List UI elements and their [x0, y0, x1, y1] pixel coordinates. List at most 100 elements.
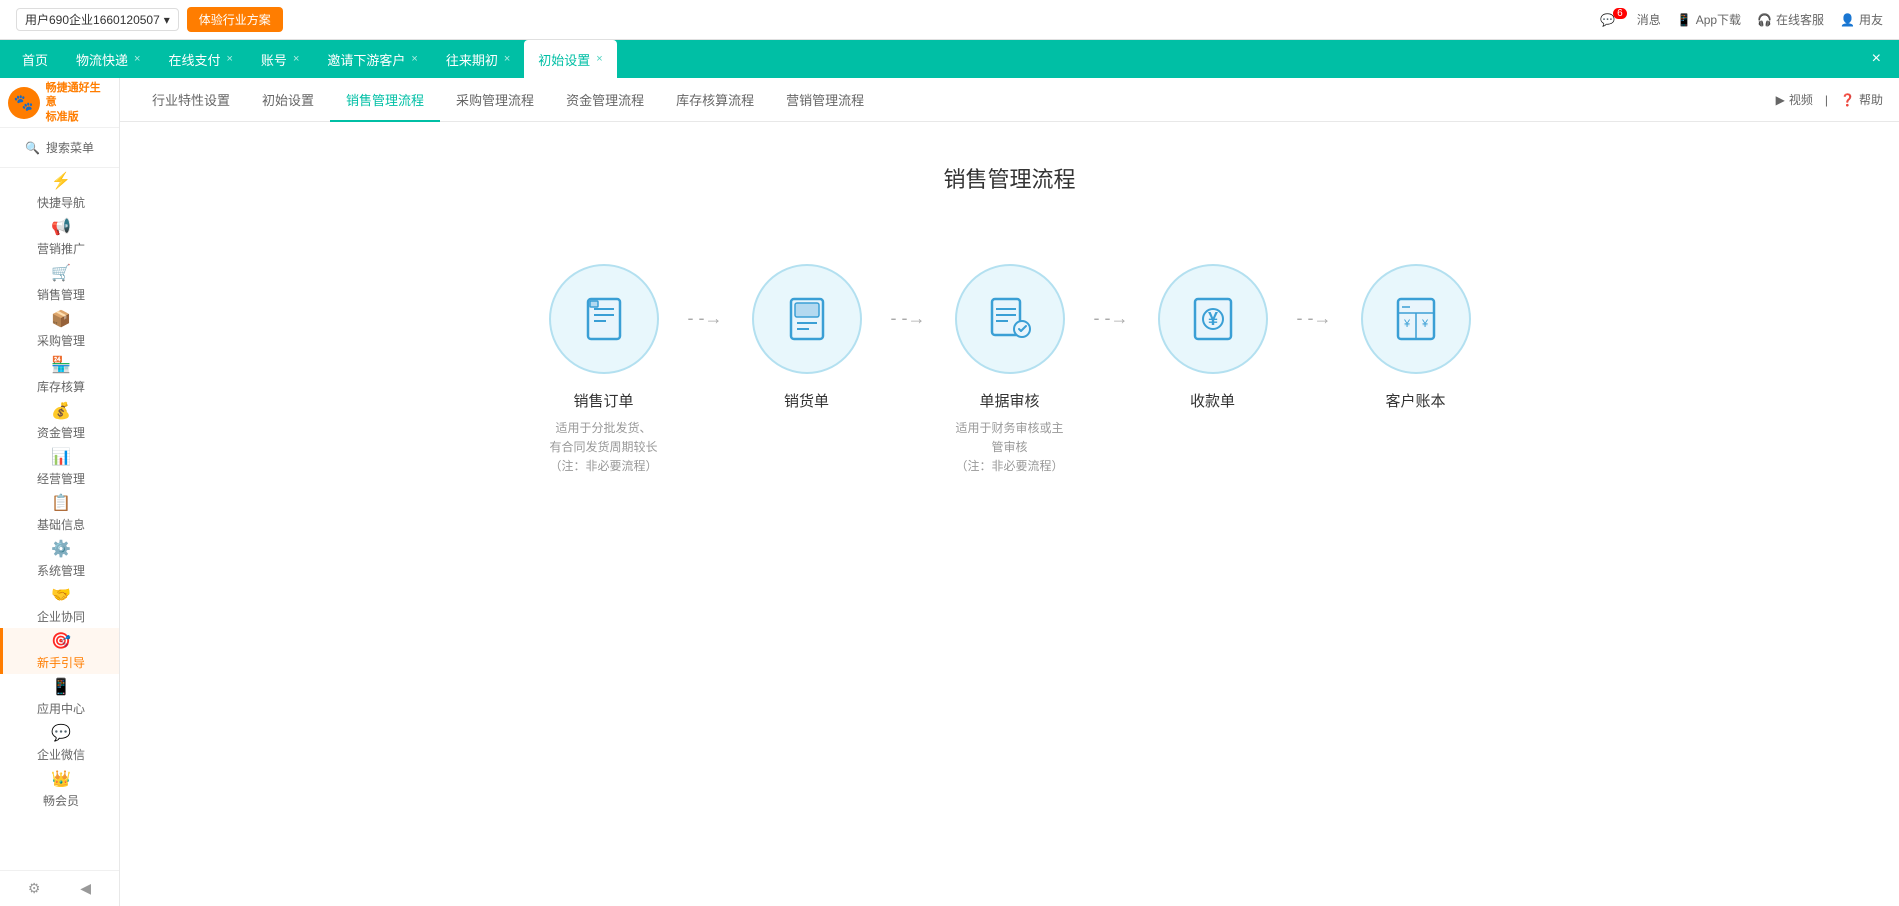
- logo-icon: 🐾: [8, 87, 40, 119]
- review-icon: [984, 293, 1036, 345]
- svg-text:¥: ¥: [1420, 318, 1428, 330]
- video-label: 视频: [1789, 91, 1813, 108]
- main-area: 行业特性设置 初始设置 销售管理流程 采购管理流程 资金管理流程 库存核算流程 …: [120, 78, 1899, 906]
- settings-icon[interactable]: ⚙: [28, 880, 41, 897]
- sidebar-item-finance[interactable]: 💰 资金管理: [0, 398, 119, 444]
- nav-tab-home[interactable]: 首页: [8, 40, 62, 78]
- sidebar-item-app-center[interactable]: 📱 应用中心: [0, 674, 119, 720]
- tab-close-icon[interactable]: ×: [596, 53, 602, 65]
- step-name: 销货单: [784, 390, 829, 411]
- collapse-icon[interactable]: ◀: [80, 880, 91, 897]
- trial-btn[interactable]: 体验行业方案: [187, 7, 283, 32]
- flow-step-review[interactable]: 单据审核 适用于财务审核或主管审核（注：非必要流程）: [930, 264, 1090, 477]
- flow-circle-receipt: ¥: [1158, 264, 1268, 374]
- page-title: 销售管理流程: [160, 162, 1859, 194]
- sidebar-bottom: ⚙ ◀: [0, 870, 119, 906]
- user-selector[interactable]: 用户690企业1660120507 ▾: [16, 8, 179, 31]
- nav-tabs: 首页 物流快递 × 在线支付 × 账号 × 邀请下游客户 × 往来期初 × 初始…: [0, 40, 1899, 78]
- sidebar-item-enterprise[interactable]: 🤝 企业协同: [0, 582, 119, 628]
- sidebar-item-label: 新手引导: [37, 654, 85, 671]
- sidebar-item-label: 库存核算: [37, 378, 85, 395]
- sidebar-item-label: 快捷导航: [37, 194, 85, 211]
- nav-tab-init[interactable]: 初始设置 ×: [524, 40, 616, 78]
- top-bar: 用户690企业1660120507 ▾ 体验行业方案 💬 6 消息 📱 App下…: [0, 0, 1899, 40]
- service-item[interactable]: 🎧 在线客服: [1757, 11, 1824, 28]
- arrow-1: - -→: [688, 264, 723, 329]
- top-bar-right: 💬 6 消息 📱 App下载 🎧 在线客服 👤 用友: [1600, 11, 1883, 28]
- sidebar-item-vip[interactable]: 👑 畅会员: [0, 766, 119, 812]
- subtab-label: 营销管理流程: [786, 90, 864, 109]
- sidebar-item-label: 营销推广: [37, 240, 85, 257]
- sidebar-item-label: 基础信息: [37, 516, 85, 533]
- subtab-inventory-flow[interactable]: 库存核算流程: [660, 78, 770, 122]
- nav-tab-period[interactable]: 往来期初 ×: [432, 40, 524, 78]
- subtab-label: 行业特性设置: [152, 90, 230, 109]
- step-desc: 适用于财务审核或主管审核（注：非必要流程）: [955, 419, 1063, 477]
- message-badge: 6: [1613, 8, 1627, 19]
- nav-tab-invite[interactable]: 邀请下游客户 ×: [313, 40, 431, 78]
- sidebar-item-operation[interactable]: 📊 经营管理: [0, 444, 119, 490]
- subtab-purchase-flow[interactable]: 采购管理流程: [440, 78, 550, 122]
- sidebar-item-quick-nav[interactable]: ⚡ 快捷导航: [0, 168, 119, 214]
- sidebar-item-inventory[interactable]: 🏪 库存核算: [0, 352, 119, 398]
- arrow-3: - -→: [1094, 264, 1129, 329]
- nav-tab-account[interactable]: 账号 ×: [247, 40, 313, 78]
- cart-icon: 🛒: [51, 263, 71, 283]
- content-area: 销售管理流程 销售订单 适用于分批发货、有合同发货周期较长（: [120, 122, 1899, 906]
- subtab-label: 库存核算流程: [676, 90, 754, 109]
- step-name: 客户账本: [1385, 390, 1445, 411]
- help-btn[interactable]: ❓ 帮助: [1840, 91, 1883, 108]
- app-download-item[interactable]: 📱 App下载: [1677, 11, 1741, 28]
- tab-label: 账号: [261, 50, 287, 69]
- sidebar-item-label: 销售管理: [37, 286, 85, 303]
- flow-step-receipt[interactable]: ¥ 收款单: [1133, 264, 1293, 419]
- tab-close-icon[interactable]: ×: [411, 53, 417, 65]
- money-icon: 💰: [51, 401, 71, 421]
- ledger-icon: ¥ ¥: [1390, 293, 1442, 345]
- tab-close-icon[interactable]: ×: [293, 53, 299, 65]
- home-label: 首页: [22, 50, 48, 69]
- sidebar-item-marketing[interactable]: 📢 营销推广: [0, 214, 119, 260]
- subtab-initial[interactable]: 初始设置: [246, 78, 330, 122]
- help-icon: ❓: [1840, 93, 1855, 107]
- tab-close-icon[interactable]: ×: [134, 53, 140, 65]
- sidebar-item-new-guide[interactable]: 🎯 新手引导: [0, 628, 119, 674]
- sidebar-item-label: 经营管理: [37, 470, 85, 487]
- subtab-marketing-flow[interactable]: 营销管理流程: [770, 78, 880, 122]
- message-item[interactable]: 💬 6 消息: [1600, 11, 1661, 28]
- invoice-icon: [781, 293, 833, 345]
- sidebar-item-label: 资金管理: [37, 424, 85, 441]
- sidebar-item-purchase[interactable]: 📦 采购管理: [0, 306, 119, 352]
- flow-step-ledger[interactable]: ¥ ¥ 客户账本: [1336, 264, 1496, 419]
- sidebar-item-sales[interactable]: 🛒 销售管理: [0, 260, 119, 306]
- subtab-label: 资金管理流程: [566, 90, 644, 109]
- tab-close-icon[interactable]: ×: [504, 53, 510, 65]
- sidebar-item-label: 企业协同: [37, 608, 85, 625]
- tab-label: 物流快递: [76, 50, 128, 69]
- nav-close-button[interactable]: ×: [1862, 50, 1891, 68]
- video-icon: ▶: [1776, 93, 1785, 107]
- chart-icon: 📊: [51, 447, 71, 467]
- target-icon: 🎯: [51, 631, 71, 651]
- tab-close-icon[interactable]: ×: [226, 53, 232, 65]
- tab-label: 邀请下游客户: [327, 50, 405, 69]
- video-help[interactable]: ▶ 视频: [1776, 91, 1813, 108]
- sidebar-item-wechat[interactable]: 💬 企业微信: [0, 720, 119, 766]
- main-layout: 🐾 畅捷通好生意 标准版 🔍 搜索菜单 ⚡ 快捷导航 📢 营销推广 🛒 销售管理: [0, 78, 1899, 906]
- sidebar-item-basic[interactable]: 📋 基础信息: [0, 490, 119, 536]
- sidebar-search[interactable]: 🔍 搜索菜单: [0, 128, 119, 168]
- flow-step-sales-order[interactable]: 销售订单 适用于分批发货、有合同发货周期较长（注：非必要流程）: [524, 264, 684, 477]
- tab-label: 初始设置: [538, 50, 590, 69]
- subtab-finance-flow[interactable]: 资金管理流程: [550, 78, 660, 122]
- flow-step-invoice[interactable]: 销货单: [727, 264, 887, 419]
- subtab-label: 销售管理流程: [346, 90, 424, 109]
- user-avatar-item[interactable]: 👤 用友: [1840, 11, 1883, 28]
- nav-tab-logistics[interactable]: 物流快递 ×: [62, 40, 154, 78]
- sidebar-item-system[interactable]: ⚙️ 系统管理: [0, 536, 119, 582]
- subtab-industry[interactable]: 行业特性设置: [136, 78, 246, 122]
- step-name: 收款单: [1190, 390, 1235, 411]
- chat-icon: 💬: [51, 723, 71, 743]
- svg-text:¥: ¥: [1402, 318, 1410, 330]
- subtab-sales-flow[interactable]: 销售管理流程: [330, 78, 440, 122]
- nav-tab-payment[interactable]: 在线支付 ×: [154, 40, 246, 78]
